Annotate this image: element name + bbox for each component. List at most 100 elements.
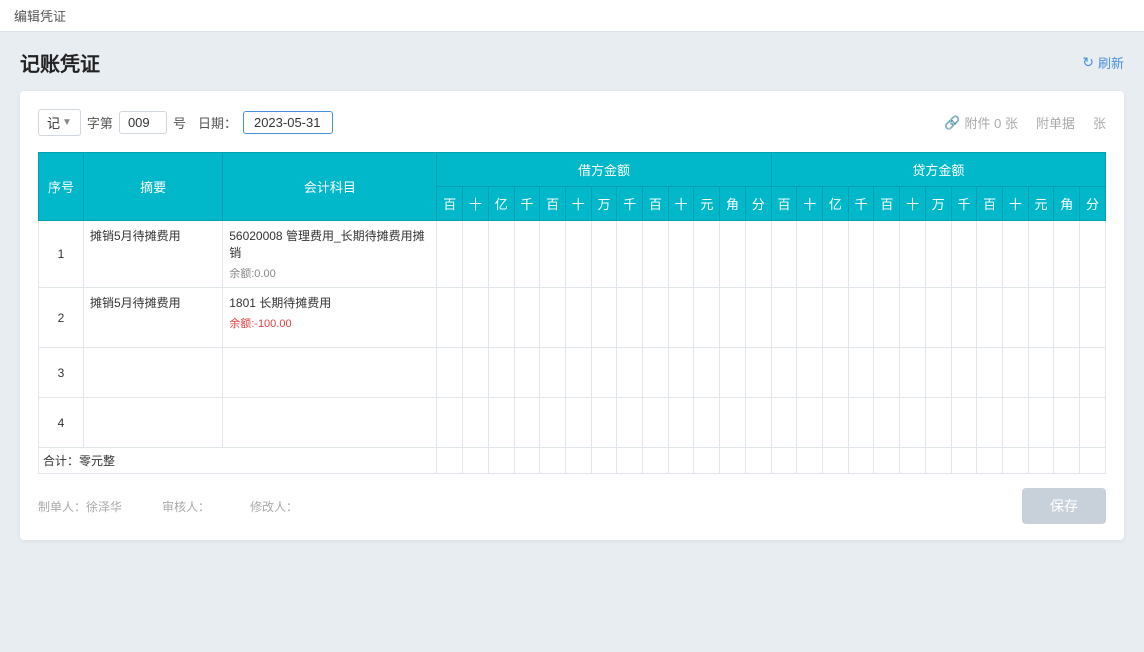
debit-cell[interactable] — [591, 221, 617, 288]
row-account[interactable]: 56020008 管理费用_长期待摊费用摊销余额:0.00 — [223, 221, 437, 288]
credit-cell[interactable] — [977, 288, 1003, 348]
debit-cell[interactable] — [540, 348, 566, 398]
debit-cell[interactable] — [437, 288, 463, 348]
credit-cell[interactable] — [874, 348, 900, 398]
credit-cell[interactable] — [797, 398, 823, 448]
debit-cell[interactable] — [463, 288, 489, 348]
table-row[interactable]: 1摊销5月待摊费用56020008 管理费用_长期待摊费用摊销余额:0.00 — [39, 221, 1106, 288]
credit-cell[interactable] — [797, 348, 823, 398]
credit-cell[interactable] — [797, 221, 823, 288]
credit-cell[interactable] — [1002, 348, 1028, 398]
debit-cell[interactable] — [720, 221, 746, 288]
credit-cell[interactable] — [951, 348, 977, 398]
debit-cell[interactable] — [540, 288, 566, 348]
debit-cell[interactable] — [617, 221, 643, 288]
debit-cell[interactable] — [514, 221, 540, 288]
attach-link[interactable]: 🔗 附件 0 张 — [944, 113, 1018, 132]
debit-cell[interactable] — [488, 221, 514, 288]
debit-cell[interactable] — [668, 398, 694, 448]
credit-cell[interactable] — [823, 221, 849, 288]
credit-cell[interactable] — [874, 221, 900, 288]
credit-cell[interactable] — [1080, 221, 1106, 288]
credit-cell[interactable] — [951, 221, 977, 288]
credit-cell[interactable] — [1028, 398, 1054, 448]
debit-cell[interactable] — [514, 398, 540, 448]
debit-cell[interactable] — [643, 221, 669, 288]
credit-cell[interactable] — [900, 348, 926, 398]
credit-cell[interactable] — [977, 221, 1003, 288]
credit-cell[interactable] — [925, 398, 951, 448]
debit-cell[interactable] — [514, 288, 540, 348]
debit-cell[interactable] — [514, 348, 540, 398]
row-account[interactable]: 1801 长期待摊费用余额:-100.00 — [223, 288, 437, 348]
debit-cell[interactable] — [745, 288, 771, 348]
debit-cell[interactable] — [617, 398, 643, 448]
debit-cell[interactable] — [540, 221, 566, 288]
debit-cell[interactable] — [488, 348, 514, 398]
credit-cell[interactable] — [925, 221, 951, 288]
save-button[interactable]: 保存 — [1022, 488, 1106, 524]
row-summary[interactable] — [83, 398, 222, 448]
debit-cell[interactable] — [668, 221, 694, 288]
credit-cell[interactable] — [1080, 348, 1106, 398]
debit-cell[interactable] — [720, 288, 746, 348]
debit-cell[interactable] — [617, 288, 643, 348]
credit-cell[interactable] — [977, 398, 1003, 448]
credit-cell[interactable] — [771, 221, 797, 288]
credit-cell[interactable] — [823, 348, 849, 398]
debit-cell[interactable] — [437, 221, 463, 288]
debit-cell[interactable] — [694, 398, 720, 448]
credit-cell[interactable] — [900, 221, 926, 288]
credit-cell[interactable] — [1054, 221, 1080, 288]
credit-cell[interactable] — [848, 348, 874, 398]
credit-cell[interactable] — [771, 398, 797, 448]
credit-cell[interactable] — [951, 398, 977, 448]
refresh-button[interactable]: ↻ 刷新 — [1082, 53, 1124, 72]
debit-cell[interactable] — [668, 288, 694, 348]
debit-cell[interactable] — [565, 221, 591, 288]
debit-cell[interactable] — [745, 398, 771, 448]
credit-cell[interactable] — [771, 288, 797, 348]
debit-cell[interactable] — [694, 288, 720, 348]
credit-cell[interactable] — [1028, 348, 1054, 398]
voucher-number-field[interactable]: 009 — [119, 111, 167, 134]
credit-cell[interactable] — [823, 288, 849, 348]
credit-cell[interactable] — [925, 288, 951, 348]
debit-cell[interactable] — [720, 348, 746, 398]
debit-cell[interactable] — [540, 398, 566, 448]
credit-cell[interactable] — [951, 288, 977, 348]
row-summary[interactable]: 摊销5月待摊费用 — [83, 288, 222, 348]
credit-cell[interactable] — [1080, 398, 1106, 448]
debit-cell[interactable] — [643, 348, 669, 398]
debit-cell[interactable] — [463, 348, 489, 398]
row-summary[interactable] — [83, 348, 222, 398]
credit-cell[interactable] — [900, 288, 926, 348]
credit-cell[interactable] — [848, 221, 874, 288]
credit-cell[interactable] — [1054, 288, 1080, 348]
credit-cell[interactable] — [823, 398, 849, 448]
credit-cell[interactable] — [797, 288, 823, 348]
attach-doc-label[interactable]: 附单据 — [1036, 113, 1075, 132]
debit-cell[interactable] — [488, 398, 514, 448]
debit-cell[interactable] — [591, 398, 617, 448]
credit-cell[interactable] — [874, 288, 900, 348]
debit-cell[interactable] — [745, 221, 771, 288]
date-field[interactable]: 2023-05-31 — [243, 111, 333, 134]
credit-cell[interactable] — [771, 348, 797, 398]
debit-cell[interactable] — [694, 348, 720, 398]
debit-cell[interactable] — [745, 348, 771, 398]
debit-cell[interactable] — [488, 288, 514, 348]
debit-cell[interactable] — [591, 288, 617, 348]
credit-cell[interactable] — [1080, 288, 1106, 348]
debit-cell[interactable] — [565, 288, 591, 348]
credit-cell[interactable] — [848, 288, 874, 348]
credit-cell[interactable] — [1028, 221, 1054, 288]
debit-cell[interactable] — [591, 348, 617, 398]
credit-cell[interactable] — [848, 398, 874, 448]
debit-cell[interactable] — [720, 398, 746, 448]
table-row[interactable]: 4 — [39, 398, 1106, 448]
credit-cell[interactable] — [1028, 288, 1054, 348]
credit-cell[interactable] — [977, 348, 1003, 398]
credit-cell[interactable] — [1002, 221, 1028, 288]
debit-cell[interactable] — [437, 398, 463, 448]
